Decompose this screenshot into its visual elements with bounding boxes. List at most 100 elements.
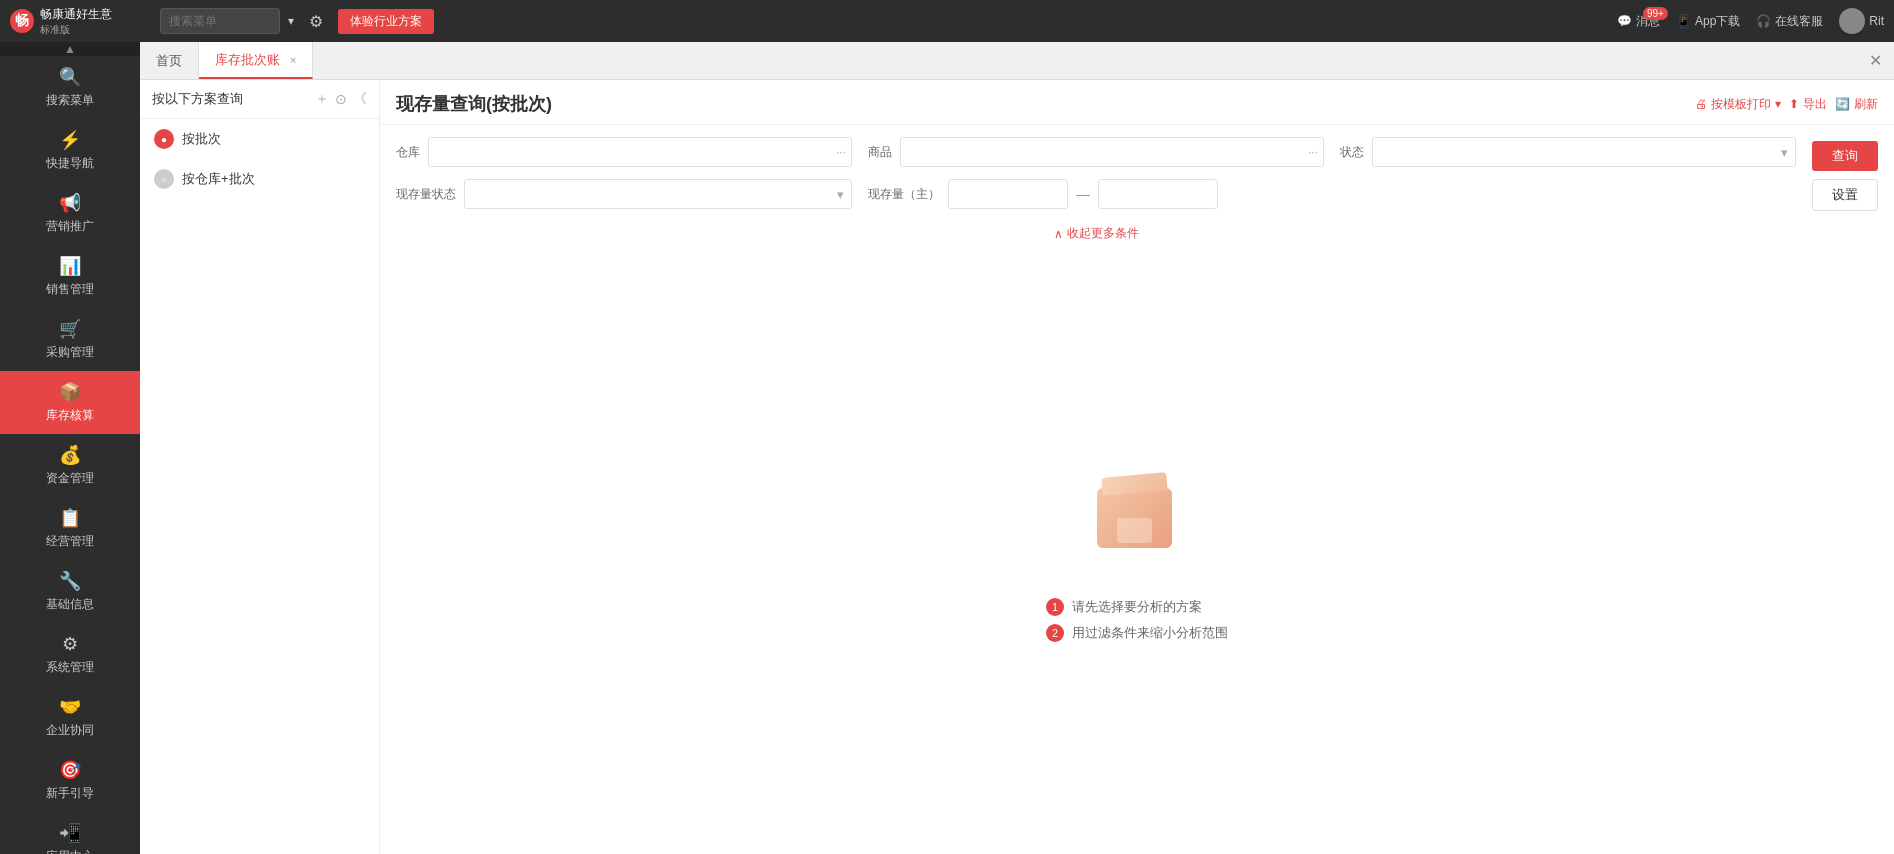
left-panel-title: 按以下方案查询 [152,90,243,108]
filter-item-warehouse-batch[interactable]: ○ 按仓库+批次 [140,159,379,199]
warehouse-more-icon[interactable]: ··· [836,145,846,159]
sidebar-scroll-up[interactable]: ▲ [0,42,140,56]
sidebar-item-inventory[interactable]: 📦 库存核算 [0,371,140,434]
inventory-status-select-wrap: ▾ [464,179,852,209]
sidebar-item-label: 销售管理 [46,281,94,298]
column-settings-button[interactable]: 设置 [1812,179,1878,211]
page-title: 现存量查询(按批次) [396,92,552,116]
export-button[interactable]: ⬆ 导出 [1789,96,1827,113]
filter-row-2: 现存量状态 ▾ 现存量（主） — [396,179,1796,209]
empty-illustration [1077,458,1197,578]
purchase-icon: 🛒 [59,318,81,340]
sidebar-item-operations[interactable]: 📋 经营管理 [0,497,140,560]
left-panel-header: 按以下方案查询 ＋ ⊙ 《 [140,80,379,119]
sidebar-item-corp[interactable]: 🤝 企业协同 [0,686,140,749]
sidebar-item-marketing[interactable]: 📢 营销推广 [0,182,140,245]
sidebar-item-label: 新手引导 [46,785,94,802]
sidebar-item-appstore[interactable]: 📲 应用中心 [0,812,140,854]
query-button[interactable]: 查询 [1812,141,1878,171]
status-label: 状态 [1340,144,1364,161]
tab-home[interactable]: 首页 [140,42,199,79]
operations-icon: 📋 [59,507,81,529]
inventory-status-label: 现存量状态 [396,186,456,203]
status-select[interactable] [1372,137,1796,167]
inventory-icon: 📦 [59,381,81,403]
sidebar-item-label: 营销推广 [46,218,94,235]
print-dropdown-icon: ▾ [1775,97,1781,111]
messages-btn[interactable]: 💬 消息 99+ [1617,13,1660,30]
service-label: 在线客服 [1775,13,1823,30]
sidebar-item-search[interactable]: 🔍 搜索菜单 [0,56,140,119]
filter-item-batch[interactable]: ● 按批次 [140,119,379,159]
gear-icon: ⚙ [309,12,323,31]
product-input-wrap: ··· [900,137,1324,167]
refresh-icon: 🔄 [1835,97,1850,111]
sidebar-item-label: 企业协同 [46,722,94,739]
sidebar-item-quicknav[interactable]: ⚡ 快捷导航 [0,119,140,182]
title-actions: 🖨 按模板打印 ▾ ⬆ 导出 🔄 刷新 [1695,96,1878,113]
sidebar-item-label: 搜索菜单 [46,92,94,109]
warehouse-batch-icon: ○ [154,169,174,189]
headset-icon: 🎧 [1756,14,1771,28]
top-header: 畅 畅康通好生意 标准版 ▾ ⚙ 体验行业方案 💬 消息 99+ 📱 App下载… [0,0,1894,42]
app-download-btn[interactable]: 📱 App下载 [1676,13,1740,30]
empty-state: 1 请先选择要分析的方案 2 用过滤条件来缩小分析范围 [380,246,1894,854]
newguide-icon: 🎯 [59,759,81,781]
refresh-label: 刷新 [1854,96,1878,113]
batch-icon: ● [154,129,174,149]
settings-icon-btn[interactable]: ⚙ [302,7,330,35]
user-avatar-btn[interactable]: Rit [1839,8,1884,34]
sidebar-item-finance[interactable]: 💰 资金管理 [0,434,140,497]
nav-search-input[interactable] [160,8,280,34]
app-label: App下载 [1695,13,1740,30]
appstore-icon: 📲 [59,822,81,844]
sidebar-item-newguide[interactable]: 🎯 新手引导 [0,749,140,812]
inventory-qty-to-input[interactable] [1098,179,1218,209]
online-service-btn[interactable]: 🎧 在线客服 [1756,13,1823,30]
panel-close-button[interactable]: ✕ [1857,51,1894,70]
refresh-button[interactable]: 🔄 刷新 [1835,96,1878,113]
sidebar-item-label: 库存核算 [46,407,94,424]
version-label: 标准版 [40,23,112,37]
qty-dash: — [1076,186,1090,202]
scheme-settings-btn[interactable]: ⊙ [335,91,347,107]
inventory-status-cell: 现存量状态 ▾ [396,179,852,209]
warehouse-filter-cell: 仓库 ··· [396,137,852,167]
sales-icon: 📊 [59,255,81,277]
content-area: 首页 库存批次账 × ✕ 按以下方案查询 ＋ ⊙ 《 [140,42,1894,854]
collapse-row[interactable]: ∧ 收起更多条件 [396,221,1796,246]
sidebar-item-system[interactable]: ⚙ 系统管理 [0,623,140,686]
add-scheme-btn[interactable]: ＋ [315,90,329,108]
warehouse-input[interactable] [428,137,852,167]
sidebar-item-purchase[interactable]: 🛒 采购管理 [0,308,140,371]
experience-button[interactable]: 体验行业方案 [338,9,434,34]
sidebar-item-sales[interactable]: 📊 销售管理 [0,245,140,308]
product-more-icon[interactable]: ··· [1308,145,1318,159]
marketing-icon: 📢 [59,192,81,214]
product-label: 商品 [868,144,892,161]
inventory-qty-from-input[interactable] [948,179,1068,209]
inventory-status-select[interactable] [464,179,852,209]
filter-row-1: 仓库 ··· 商品 ··· [396,137,1796,167]
sidebar-item-label: 资金管理 [46,470,94,487]
product-filter-cell: 商品 ··· [868,137,1324,167]
tab-close-icon[interactable]: × [290,54,296,66]
status-filter-cell: 状态 ▾ [1340,137,1796,167]
print-icon: 🖨 [1695,97,1707,111]
app-icon: 📱 [1676,14,1691,28]
sidebar: ▲ 🔍 搜索菜单 ⚡ 快捷导航 📢 营销推广 📊 销售管理 🛒 采购管理 📦 库… [0,42,140,854]
sidebar-item-basic[interactable]: 🔧 基础信息 [0,560,140,623]
sidebar-item-label: 快捷导航 [46,155,94,172]
panel-collapse-btn[interactable]: 《 [353,90,367,108]
quicknav-icon: ⚡ [59,129,81,151]
tab-inventory-batch[interactable]: 库存批次账 × [199,42,313,79]
product-input[interactable] [900,137,1324,167]
print-button[interactable]: 🖨 按模板打印 ▾ [1695,96,1781,113]
tip-text-2: 用过滤条件来缩小分析范围 [1072,624,1228,642]
nav-dropdown-btn[interactable]: ▾ [288,14,294,28]
corp-icon: 🤝 [59,696,81,718]
status-select-wrap: ▾ [1372,137,1796,167]
sidebar-item-label: 应用中心 [46,848,94,854]
left-filter-panel: 按以下方案查询 ＋ ⊙ 《 ● 按批次 ○ 按仓库+批次 [140,80,380,854]
action-buttons: 查询 设置 [1812,137,1878,211]
